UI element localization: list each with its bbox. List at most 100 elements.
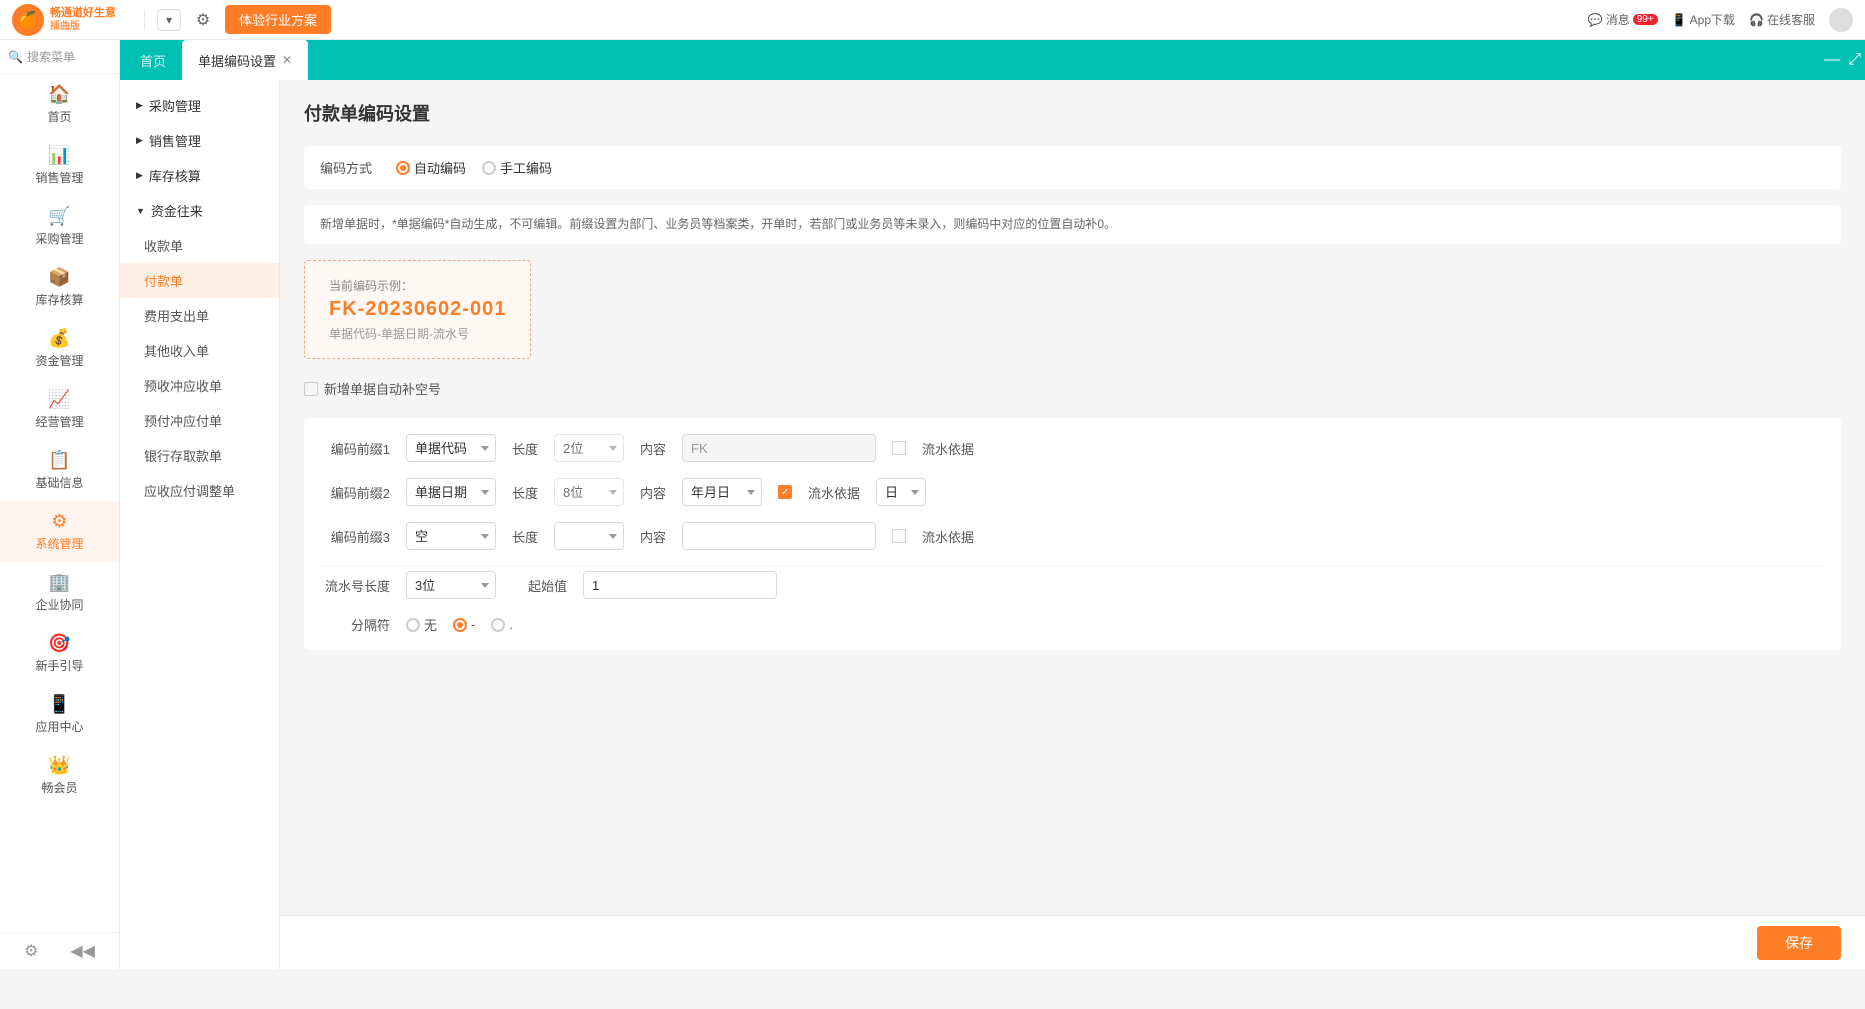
sidebar-search[interactable]: 🔍 搜索菜单 (0, 40, 119, 74)
target-icon: 🎯 (48, 633, 70, 654)
cascade2-label: 流水依据 (808, 483, 860, 502)
trial-button[interactable]: 体验行业方案 (225, 5, 331, 34)
length2-select[interactable]: 8位 (554, 478, 624, 506)
left-panel-other-income[interactable]: 其他收入单 (120, 333, 279, 368)
sidebar-item-inventory[interactable]: 📦 库存核算 (0, 257, 119, 318)
left-panel-sales[interactable]: ▶ 销售管理 (120, 123, 279, 158)
list-icon: 📋 (48, 450, 70, 471)
chevron-right-icon-inv: ▶ (136, 170, 143, 181)
serial-length-select[interactable]: 3位 (406, 571, 496, 599)
separator-none[interactable]: 无 (406, 615, 437, 634)
content3-input[interactable] (682, 522, 876, 550)
form-row-prefix1: 编码前缀1 单据代码 长度 2位 内容 流水依据 (320, 434, 1825, 462)
sidebar-item-finance[interactable]: 💰 资金管理 (0, 318, 119, 379)
sidebar-item-system[interactable]: ⚙ 系统管理 (0, 501, 119, 562)
chart-icon: 📈 (48, 389, 70, 410)
sidebar-item-corp[interactable]: 🏢 企业协同 (0, 562, 119, 623)
cascade3-checkbox[interactable] (892, 529, 906, 543)
left-panel: ▶ 采购管理 ▶ 销售管理 ▶ 库存核算 ▼ 资金往来 收款单 付款单 (120, 80, 280, 969)
sep-none-dot (406, 618, 420, 632)
tab-bar-actions: — ⤢ (1824, 51, 1861, 69)
chevron-down-icon-fund: ▼ (136, 206, 145, 216)
tab-minimize-button[interactable]: — (1824, 51, 1840, 69)
code-preview-format: 单据代码-单据日期-流水号 (329, 325, 506, 342)
money-icon: 💰 (48, 328, 70, 349)
prefix3-select[interactable]: 空 (406, 522, 496, 550)
form-row-prefix2: 编码前缀2 单据日期 长度 8位 内容 年月日 ✓ 流水依据 (320, 478, 1825, 506)
separator-dot[interactable]: . (491, 617, 513, 632)
settings-gear-button[interactable]: ⚙ (189, 6, 217, 34)
tab-maximize-button[interactable]: ⤢ (1848, 51, 1861, 69)
left-panel-purchase[interactable]: ▶ 采购管理 (120, 88, 279, 123)
sidebar-item-purchase[interactable]: 🛒 采购管理 (0, 196, 119, 257)
left-panel-fund[interactable]: ▼ 资金往来 (120, 193, 279, 228)
sidebar-item-newbie[interactable]: 🎯 新手引导 (0, 623, 119, 684)
cascade2-checkbox[interactable]: ✓ (778, 485, 792, 499)
start-value-input[interactable] (583, 571, 777, 599)
chevron-right-icon-sales: ▶ (136, 135, 143, 146)
online-service-button[interactable]: 🎧 在线客服 (1749, 11, 1815, 28)
tab-encoding[interactable]: 单据编码设置 ✕ (182, 40, 308, 80)
logo-icon: 🍊 (12, 4, 44, 36)
sidebar-item-apps[interactable]: 📱 应用中心 (0, 684, 119, 745)
auto-fill-label: 新增单据自动补空号 (324, 379, 441, 398)
radio-manual-code[interactable]: 手工编码 (482, 158, 552, 177)
length1-select[interactable]: 2位 (554, 434, 624, 462)
auto-fill-checkbox[interactable] (304, 382, 318, 396)
auto-fill-row: 新增单据自动补空号 (304, 379, 1841, 398)
logo-area: 🍊 畅通道好生意 插曲版 (12, 4, 132, 36)
cascade2-unit-select[interactable]: 日 (876, 478, 926, 506)
start-value-label: 起始值 (528, 576, 567, 595)
length3-select[interactable] (554, 522, 624, 550)
sidebar-item-operations[interactable]: 📈 经营管理 (0, 379, 119, 440)
headset-icon: 🎧 (1749, 13, 1764, 27)
user-avatar[interactable] (1829, 8, 1853, 32)
cart-icon: 🛒 (48, 206, 70, 227)
right-content: 付款单编码设置 编码方式 自动编码 手工编码 (280, 80, 1865, 915)
left-panel-inventory[interactable]: ▶ 库存核算 (120, 158, 279, 193)
building-icon: 🏢 (48, 572, 70, 593)
page-title: 付款单编码设置 (304, 100, 1841, 126)
save-button[interactable]: 保存 (1757, 926, 1841, 960)
settings-bottom-button[interactable]: ⚙ (24, 941, 38, 961)
prefix2-select[interactable]: 单据日期 (406, 478, 496, 506)
top-bar: 🍊 畅通道好生意 插曲版 ▾ ⚙ 体验行业方案 💬 消息 99+ 📱 App下载… (0, 0, 1865, 40)
cascade3-label: 流水依据 (922, 527, 974, 546)
prefix1-select[interactable]: 单据代码 (406, 434, 496, 462)
code-preview: 当前编码示例： FK-20230602-001 单据代码-单据日期-流水号 (304, 260, 531, 359)
sidebar-item-sales[interactable]: 📊 销售管理 (0, 135, 119, 196)
sidebar-item-home[interactable]: 🏠 首页 (0, 74, 119, 135)
left-panel-prepaid-recv[interactable]: 预收冲应收单 (120, 368, 279, 403)
serial-length-row: 流水号长度 3位 起始值 (320, 571, 1825, 599)
separator-label: 分隔符 (320, 615, 390, 634)
messages-button[interactable]: 💬 消息 99+ (1588, 11, 1658, 28)
sep-dot-dot (491, 618, 505, 632)
code-preview-value: FK-20230602-001 (329, 298, 506, 321)
code-preview-label: 当前编码示例： (329, 277, 506, 294)
length1-label: 长度 (512, 439, 538, 458)
app-download-button[interactable]: 📱 App下载 (1672, 11, 1735, 28)
content2-select[interactable]: 年月日 (682, 478, 762, 506)
radio-auto-code[interactable]: 自动编码 (396, 158, 466, 177)
sidebar-item-basic[interactable]: 📋 基础信息 (0, 440, 119, 501)
info-text: 新增单据时，*单据编码*自动生成，不可编辑。前缀设置为部门、业务员等档案类，开单… (304, 205, 1841, 244)
separator-dash[interactable]: - (453, 617, 475, 632)
logo-text: 畅通道好生意 插曲版 (50, 6, 116, 33)
chevron-right-icon: ▶ (136, 100, 143, 111)
tab-close-icon[interactable]: ✕ (282, 53, 292, 67)
left-panel-receipt[interactable]: 收款单 (120, 228, 279, 263)
tab-bar: 首页 单据编码设置 ✕ — ⤢ (120, 40, 1865, 80)
content1-input[interactable] (682, 434, 876, 462)
left-panel-bank-deposit[interactable]: 银行存取款单 (120, 438, 279, 473)
tab-home[interactable]: 首页 (124, 40, 182, 80)
cascade1-checkbox[interactable] (892, 441, 906, 455)
sidebar-item-member[interactable]: 👑 畅会员 (0, 745, 119, 806)
left-panel-payment[interactable]: 付款单 (120, 263, 279, 298)
encode-mode-row: 编码方式 自动编码 手工编码 (304, 146, 1841, 189)
left-panel-ap-adjust[interactable]: 应收应付调整单 (120, 473, 279, 508)
collapse-sidebar-button[interactable]: ◀◀ (70, 941, 95, 961)
left-panel-prepaid-pay[interactable]: 预付冲应付单 (120, 403, 279, 438)
breadcrumb-select[interactable]: ▾ (157, 9, 181, 31)
prefix1-label: 编码前缀1 (320, 439, 390, 458)
left-panel-expense[interactable]: 费用支出单 (120, 298, 279, 333)
